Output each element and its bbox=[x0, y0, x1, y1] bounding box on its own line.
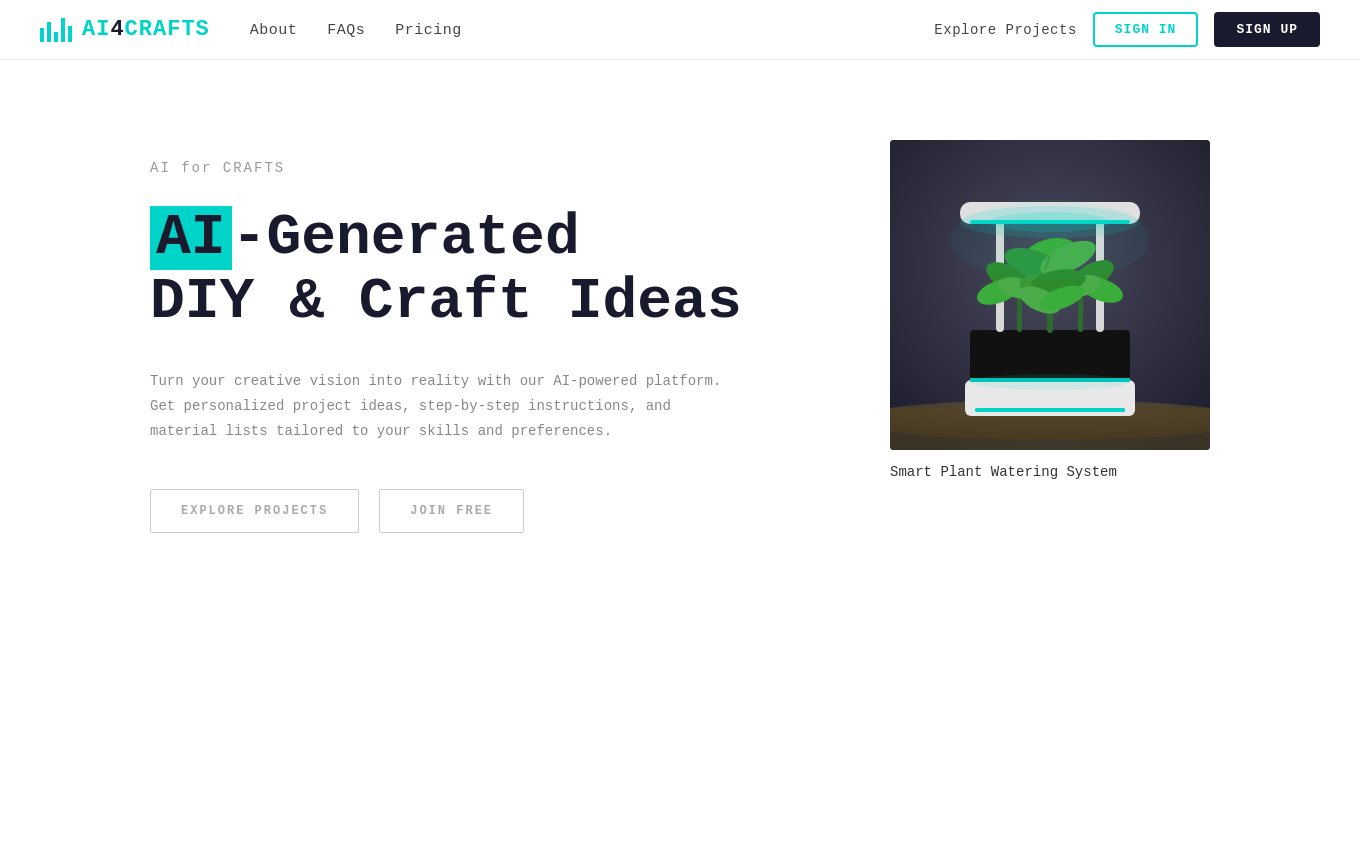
nav-link-about[interactable]: About bbox=[250, 22, 298, 39]
hero-content: AI for CRAFTS AI-Generated DIY & Craft I… bbox=[150, 140, 830, 533]
hero-title-ai: AI bbox=[150, 206, 232, 270]
nav-item-about[interactable]: About bbox=[250, 21, 298, 39]
nav-links: About FAQs Pricing bbox=[250, 21, 462, 39]
logo-bar-4 bbox=[61, 18, 65, 42]
svg-rect-6 bbox=[975, 408, 1125, 412]
explore-projects-button[interactable]: EXPLORE PROJECTS bbox=[150, 489, 359, 533]
signin-button[interactable]: SIGN IN bbox=[1093, 12, 1199, 47]
logo-ai: AI bbox=[82, 17, 110, 42]
join-free-button[interactable]: JOIN FREE bbox=[379, 489, 524, 533]
logo-bar-3 bbox=[54, 32, 58, 42]
explore-projects-link[interactable]: Explore Projects bbox=[934, 22, 1076, 38]
logo-number: 4 bbox=[110, 17, 124, 42]
signup-button[interactable]: SIGN UP bbox=[1214, 12, 1320, 47]
image-caption: Smart Plant Watering System bbox=[890, 464, 1210, 480]
logo-icon bbox=[40, 18, 72, 42]
navigation: AI4CRAFTS About FAQs Pricing Explore Pro… bbox=[0, 0, 1360, 60]
hero-section: AI for CRAFTS AI-Generated DIY & Craft I… bbox=[0, 60, 1360, 613]
svg-point-33 bbox=[950, 200, 1150, 280]
nav-item-faqs[interactable]: FAQs bbox=[327, 21, 365, 39]
hero-title: AI-Generated DIY & Craft Ideas bbox=[150, 206, 830, 334]
hero-image-area: Smart Plant Watering System bbox=[890, 140, 1210, 480]
hero-image-svg bbox=[890, 140, 1210, 450]
logo-text: AI4CRAFTS bbox=[82, 17, 210, 42]
logo-bar-5 bbox=[68, 26, 72, 42]
hero-description: Turn your creative vision into reality w… bbox=[150, 369, 730, 445]
logo-crafts: CRAFTS bbox=[125, 17, 210, 42]
hero-title-generated: -Generated bbox=[232, 205, 580, 270]
logo-bar-2 bbox=[47, 22, 51, 42]
logo[interactable]: AI4CRAFTS bbox=[40, 17, 210, 42]
nav-left: AI4CRAFTS About FAQs Pricing bbox=[40, 17, 462, 42]
hero-tag: AI for CRAFTS bbox=[150, 160, 830, 176]
nav-right: Explore Projects SIGN IN SIGN UP bbox=[934, 12, 1320, 47]
nav-link-pricing[interactable]: Pricing bbox=[395, 22, 462, 39]
logo-bar-1 bbox=[40, 28, 44, 42]
svg-point-32 bbox=[970, 374, 1130, 390]
hero-image-container bbox=[890, 140, 1210, 450]
hero-buttons: EXPLORE PROJECTS JOIN FREE bbox=[150, 489, 830, 533]
hero-title-line2: DIY & Craft Ideas bbox=[150, 269, 742, 334]
nav-item-pricing[interactable]: Pricing bbox=[395, 21, 462, 39]
nav-link-faqs[interactable]: FAQs bbox=[327, 22, 365, 39]
